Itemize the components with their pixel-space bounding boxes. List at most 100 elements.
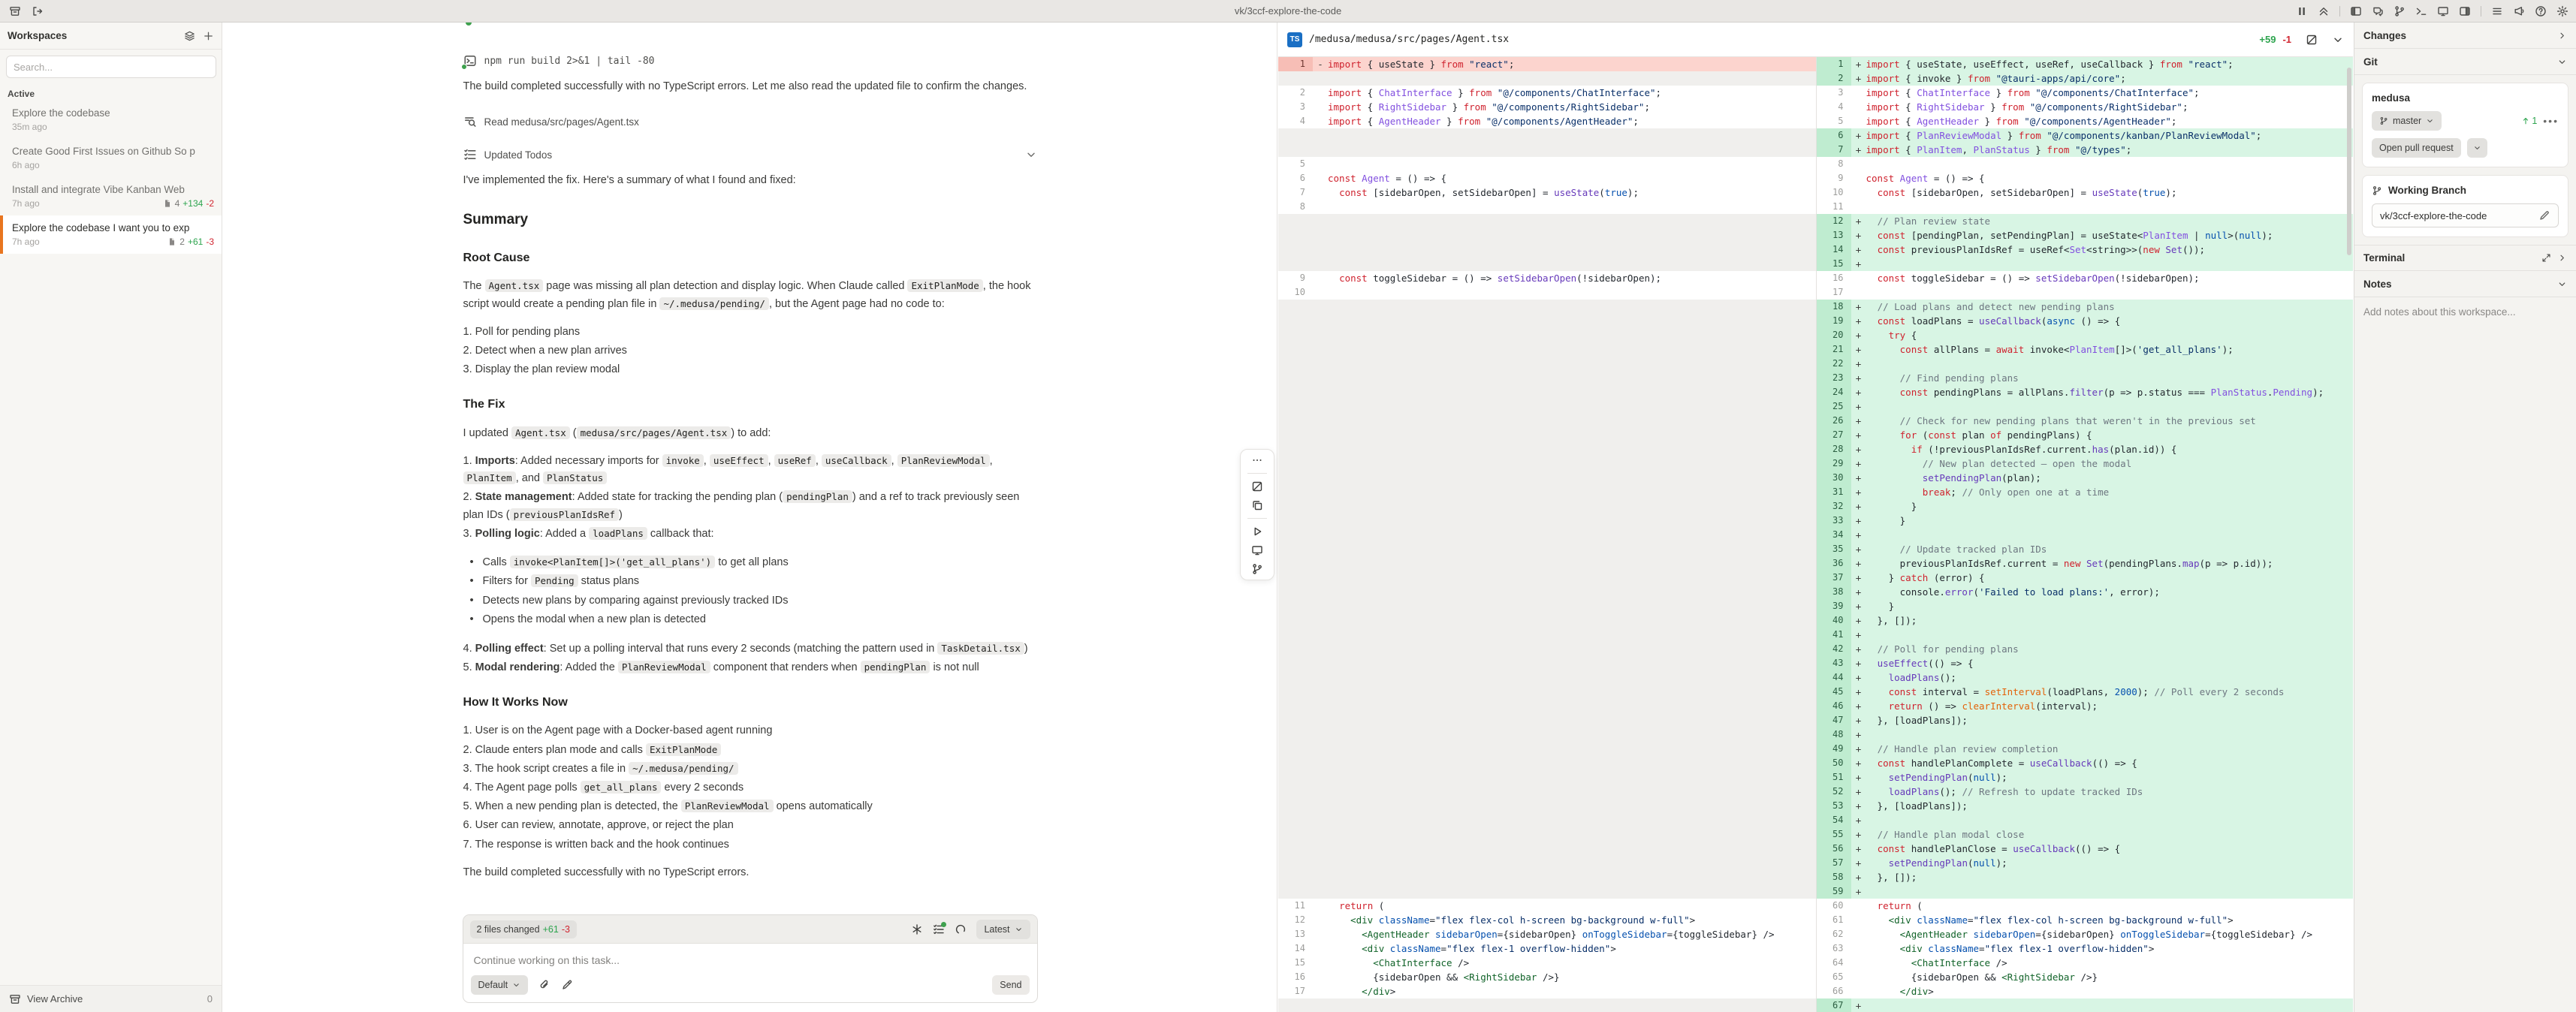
workspace-item[interactable]: Explore the codebase 35m ago xyxy=(0,101,222,139)
repo-card: medusa master 1 ••• Open pull request xyxy=(2362,83,2568,167)
search-input[interactable] xyxy=(6,56,216,78)
tool-call-row[interactable]: Read medusa/src/pages/Agent.tsx xyxy=(463,115,1037,128)
pen-icon[interactable] xyxy=(561,979,573,991)
changes-section-header[interactable]: Changes xyxy=(2354,23,2576,49)
diff-filler-row xyxy=(1278,528,1816,542)
files-changed-chip[interactable]: 2 files changed +61 -3 xyxy=(470,920,577,938)
collapse-left-icon[interactable] xyxy=(32,5,44,17)
diff-file-header[interactable]: TS /medusa/medusa/src/pages/Agent.tsx +5… xyxy=(1278,23,2353,57)
latest-dropdown[interactable]: Latest xyxy=(976,920,1030,939)
ellipsis-icon[interactable] xyxy=(1251,454,1263,466)
diff-view-icon[interactable] xyxy=(1251,480,1263,492)
expand-icon[interactable] xyxy=(2541,253,2551,263)
diff-filler-row xyxy=(1278,628,1816,642)
help-icon[interactable] xyxy=(2535,5,2547,17)
diff-row: 59+ xyxy=(1817,884,2354,899)
diff-scrollbar[interactable] xyxy=(2347,68,2351,255)
chat-icon[interactable] xyxy=(2372,5,2384,17)
diff-filler-row xyxy=(1278,713,1816,727)
send-button[interactable]: Send xyxy=(992,975,1029,995)
tool-call-row[interactable]: npm run build 2>&1 | tail -80 xyxy=(463,54,1037,68)
panel-left-icon[interactable] xyxy=(2350,5,2362,17)
tool-call-row[interactable]: Updated Todos xyxy=(463,148,1037,161)
gear-icon[interactable] xyxy=(2556,5,2568,17)
diff-filler-row xyxy=(1278,542,1816,556)
diff-row: 55+ // Handle plan modal close xyxy=(1817,827,2354,842)
new-workspace-button[interactable] xyxy=(203,30,214,41)
diff-row: 57+ setPendingPlan(null); xyxy=(1817,856,2354,870)
diff-filler-row xyxy=(1278,727,1816,742)
monitor-icon[interactable] xyxy=(1251,544,1263,556)
inline-code: get_all_plans xyxy=(581,781,662,794)
terminal-section-header[interactable]: Terminal xyxy=(2354,245,2576,271)
inline-code: pendingPlan xyxy=(783,490,852,503)
workspace-item[interactable]: Explore the codebase I want you to exp 7… xyxy=(0,215,222,254)
attach-icon[interactable] xyxy=(538,979,550,991)
pr-options-button[interactable] xyxy=(2467,138,2487,158)
spark-icon[interactable] xyxy=(911,923,923,935)
branch-icon xyxy=(2372,185,2382,196)
diff-view-icon[interactable] xyxy=(2306,34,2318,46)
monitor-icon[interactable] xyxy=(2437,5,2449,17)
branch-icon[interactable] xyxy=(2394,5,2406,17)
chat-scroll-area[interactable]: npm run build 2>&1 | tail -80 The build … xyxy=(223,23,1277,899)
play-icon[interactable] xyxy=(1251,526,1263,538)
diff-row: 47+ }, [loadPlans]); xyxy=(1817,713,2354,727)
diff-row: 10 xyxy=(1278,285,1816,300)
diff-row: 8 xyxy=(1817,157,2354,171)
chevron-down-icon[interactable] xyxy=(1025,149,1037,161)
diff-row: 41+ xyxy=(1817,628,2354,642)
agent-chat-panel: npm run build 2>&1 | tail -80 The build … xyxy=(223,23,1277,1012)
diff-row: 10 const [sidebarOpen, setSidebarOpen] =… xyxy=(1817,185,2354,200)
diff-filler-row xyxy=(1278,214,1816,228)
diff-row: 6const Agent = () => { xyxy=(1278,171,1816,185)
tool-call-label: npm run build 2>&1 | tail -80 xyxy=(484,56,655,67)
list-item: 6. User can review, annotate, approve, o… xyxy=(463,817,1037,834)
archive-icon[interactable] xyxy=(9,5,21,17)
git-label: Git xyxy=(2363,56,2378,68)
megaphone-icon[interactable] xyxy=(2513,5,2525,17)
chevrons-up-icon[interactable] xyxy=(2318,5,2330,17)
workspace-item[interactable]: Create Good First Issues on Github So p … xyxy=(0,139,222,177)
diff-filler-row xyxy=(1278,257,1816,271)
collapse-file-icon[interactable] xyxy=(2332,34,2344,46)
pencil-icon[interactable] xyxy=(2538,209,2550,221)
diff-row: 7+import { PlanItem, PlanStatus } from "… xyxy=(1817,143,2354,157)
diff-filler-row xyxy=(1278,385,1816,399)
notes-section-header[interactable]: Notes xyxy=(2354,271,2576,297)
diff-filler-row xyxy=(1278,242,1816,257)
branch-dropdown[interactable]: master xyxy=(2372,111,2442,131)
assistant-text: The build completed successfully with no… xyxy=(463,78,1037,95)
additions-count: +61 xyxy=(543,924,559,935)
view-archive-button[interactable]: View Archive 0 xyxy=(0,985,222,1012)
copy-icon[interactable] xyxy=(1251,499,1263,511)
workspace-stats: 4 +134-2 xyxy=(163,198,214,209)
inline-code: ~/.medusa/pending/ xyxy=(659,297,768,310)
notes-input[interactable]: Add notes about this workspace... xyxy=(2354,297,2576,327)
diff-row: 16 const toggleSidebar = () => setSideba… xyxy=(1817,271,2354,285)
working-branch-field[interactable]: vk/3ccf-explore-the-code xyxy=(2372,203,2559,227)
git-section-header[interactable]: Git xyxy=(2354,49,2576,75)
section-heading: Summary xyxy=(463,209,1037,231)
diff-filler-row xyxy=(1278,228,1816,242)
open-pull-request-button[interactable]: Open pull request xyxy=(2372,138,2461,158)
chevron-down-icon xyxy=(512,981,520,989)
panel-right-icon[interactable] xyxy=(2459,5,2471,17)
read-icon xyxy=(463,115,477,128)
terminal-prompt-icon[interactable] xyxy=(2415,5,2427,17)
repo-menu-button[interactable]: ••• xyxy=(2543,115,2559,127)
workspace-item[interactable]: Install and integrate Vibe Kanban Web 7h… xyxy=(0,177,222,215)
model-dropdown[interactable]: Default xyxy=(471,975,529,995)
message-input[interactable] xyxy=(463,944,1037,969)
files-changed-label: 2 files changed xyxy=(477,924,540,935)
branch-icon[interactable] xyxy=(1251,563,1263,575)
todos-status-icon[interactable] xyxy=(933,923,945,935)
diff-filler-row xyxy=(1278,827,1816,842)
diff-filler-row xyxy=(1278,357,1816,371)
menu-icon[interactable] xyxy=(2491,5,2503,17)
workspace-layers-icon[interactable] xyxy=(184,30,195,41)
diff-filler-row xyxy=(1278,556,1816,571)
diff-row: 31+ break; // Only open one at a time xyxy=(1817,485,2354,499)
diff-row: 8 xyxy=(1278,200,1816,214)
pause-bars-icon[interactable] xyxy=(2296,5,2308,17)
